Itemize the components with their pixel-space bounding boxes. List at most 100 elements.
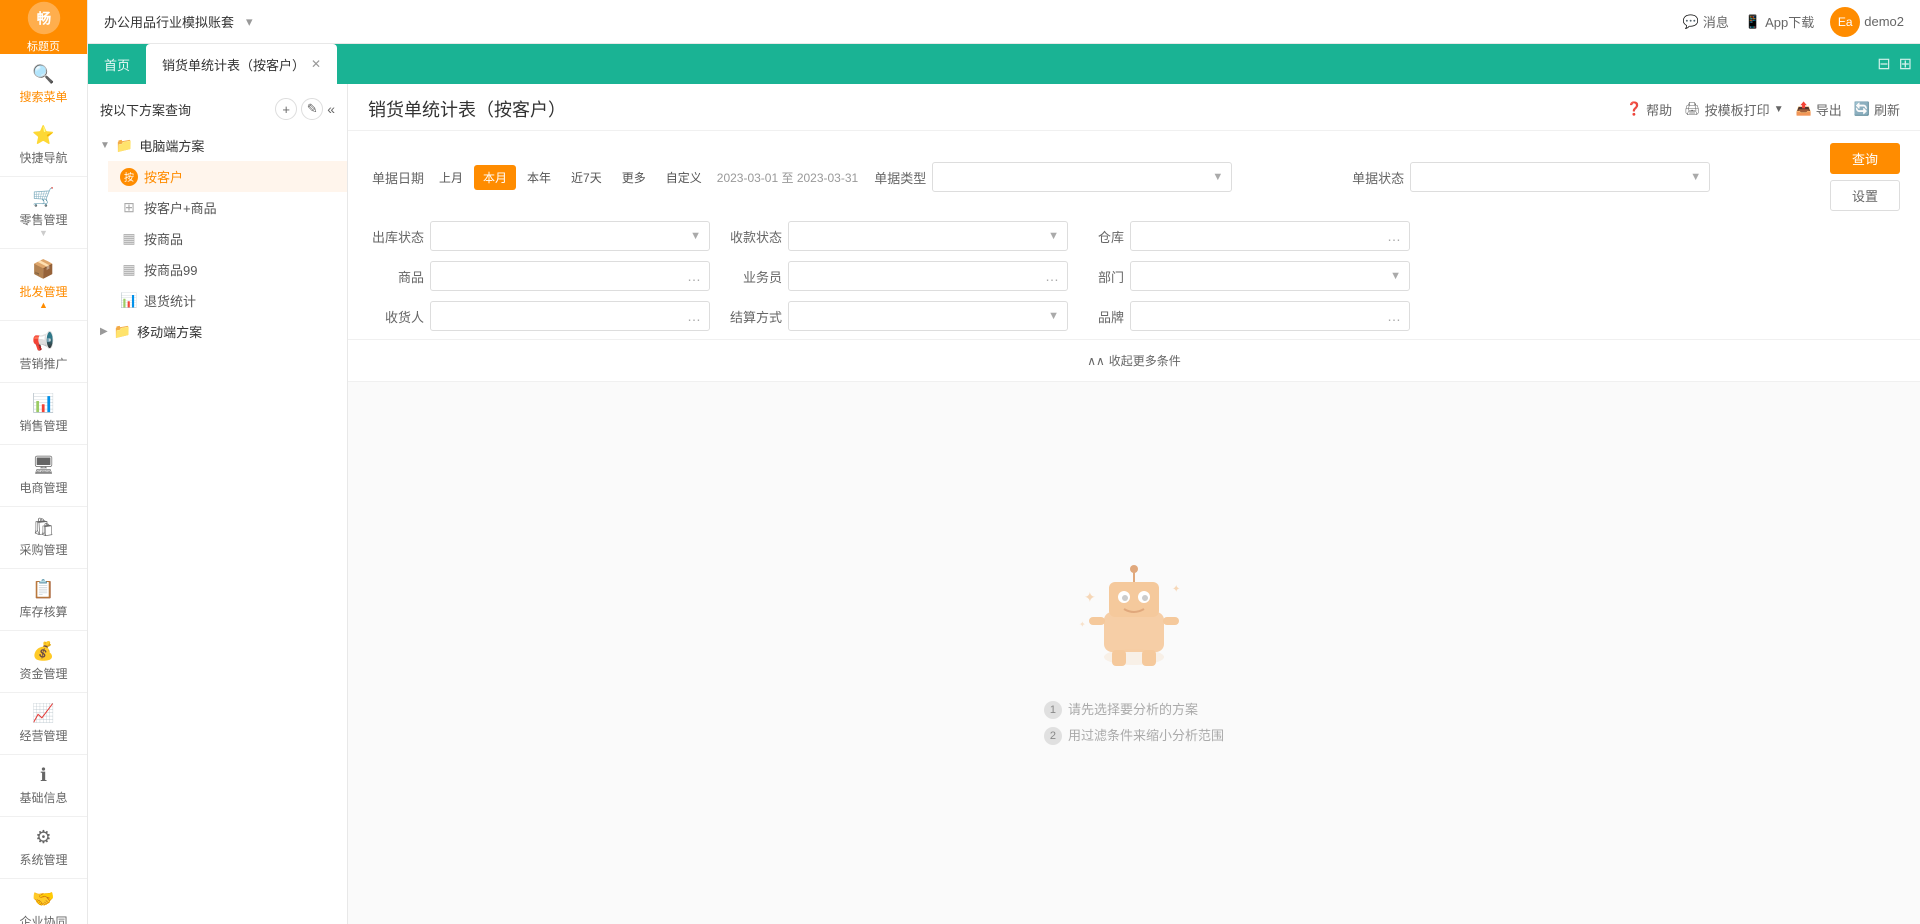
- filter-area: 单据日期 上月 本月 本年 近7天 更多 自定义 2023-03-01 至 20…: [348, 131, 1920, 340]
- scheme-item-return-stats[interactable]: 📊 退货统计: [108, 285, 347, 316]
- sidebar-item-inventory[interactable]: 📋 库存核算: [0, 569, 88, 631]
- sidebar-item-system[interactable]: ⚙ 系统管理: [0, 817, 88, 879]
- refresh-label: 刷新: [1874, 100, 1900, 119]
- dept-label: 部门: [1084, 267, 1124, 286]
- receipt-status-cell: 收款状态 ▼: [726, 221, 1068, 251]
- date-btn-this-year[interactable]: 本年: [518, 165, 560, 190]
- query-btn[interactable]: 查询: [1830, 143, 1900, 174]
- help-btn[interactable]: ❓ 帮助: [1626, 100, 1672, 119]
- scheme-panel-header: 按以下方案查询 + ✎ «: [88, 92, 347, 126]
- sidebar-item-enterprise-collab[interactable]: 🤝 企业协同: [0, 879, 88, 924]
- scheme-add-icon: +: [282, 102, 290, 117]
- scheme-item-by-customer[interactable]: 按 按客户: [108, 161, 347, 192]
- salesperson-label: 业务员: [726, 267, 782, 286]
- tab-close-icon[interactable]: ✕: [311, 57, 321, 71]
- scheme-add-btn[interactable]: +: [275, 98, 297, 120]
- sidebar-item-retail[interactable]: 🛒 零售管理 ▼: [0, 177, 88, 249]
- sidebar-item-label: 批发管理: [19, 283, 67, 300]
- warehouse-dots-icon[interactable]: …: [1387, 228, 1401, 244]
- date-btn-last-month[interactable]: 上月: [430, 165, 472, 190]
- collapse-btn[interactable]: ∧∧ 收起更多条件: [1075, 348, 1193, 373]
- app-logo[interactable]: 畅 标题页: [0, 0, 88, 54]
- goods-dots-icon[interactable]: …: [687, 268, 701, 284]
- date-btn-custom[interactable]: 自定义: [657, 165, 711, 190]
- sidebar-item-search[interactable]: 🔍 搜索菜单: [0, 54, 88, 115]
- sidebar-item-operations[interactable]: 📈 经营管理: [0, 693, 88, 755]
- brand-select[interactable]: …: [1130, 301, 1410, 331]
- desktop-group-header[interactable]: ▼ 📁 电脑端方案: [88, 130, 347, 161]
- sidebar-item-basic-info[interactable]: ℹ 基础信息: [0, 755, 88, 817]
- sidebar-item-label: 基础信息: [19, 789, 67, 806]
- type-label: 单据类型: [874, 168, 926, 187]
- finance-icon: 💰: [32, 641, 54, 662]
- topbar-left: 办公用品行业模拟账套 ▾: [104, 12, 253, 31]
- scheme-item-customer-goods[interactable]: ⊞ 按客户+商品: [108, 192, 347, 223]
- tab-minimize-icon[interactable]: ⊟: [1877, 54, 1890, 74]
- scheme-item-label: 退货统计: [144, 291, 196, 310]
- wholesale-icon: 📦: [32, 259, 54, 280]
- sidebar-item-purchase[interactable]: 🛍 采购管理: [0, 507, 88, 569]
- salesperson-cell: 业务员 …: [726, 261, 1068, 291]
- export-btn[interactable]: 📤 导出: [1796, 100, 1842, 119]
- warehouse-select[interactable]: …: [1130, 221, 1410, 251]
- help-label: 帮助: [1646, 100, 1672, 119]
- sidebar-item-marketing[interactable]: 📢 营销推广: [0, 321, 88, 383]
- product-dropdown-icon[interactable]: ▾: [246, 14, 253, 30]
- scheme-edit-btn[interactable]: ✎: [301, 98, 323, 120]
- settlement-select[interactable]: ▼: [788, 301, 1068, 331]
- app-download-label: App下载: [1765, 12, 1814, 31]
- consignee-select[interactable]: …: [430, 301, 710, 331]
- sidebar-item-wholesale[interactable]: 📦 批发管理 ▲: [0, 249, 88, 321]
- sidebar-item-finance[interactable]: 💰 资金管理: [0, 631, 88, 693]
- dept-chevron: ▼: [1390, 270, 1401, 282]
- date-btn-more[interactable]: 更多: [613, 165, 655, 190]
- scheme-collapse-btn[interactable]: «: [327, 101, 335, 117]
- date-btn-7days[interactable]: 近7天: [562, 165, 611, 190]
- status-select[interactable]: ▼: [1410, 162, 1710, 192]
- tab-sales-stats-label: 销货单统计表（按客户）: [162, 55, 305, 74]
- out-status-cell: 出库状态 ▼: [368, 221, 710, 251]
- topbar: 办公用品行业模拟账套 ▾ 💬 消息 📱 App下载 Ea demo2: [88, 0, 1920, 44]
- receipt-status-label: 收款状态: [726, 227, 782, 246]
- svg-text:✦: ✦: [1084, 589, 1096, 605]
- inventory-icon: 📋: [32, 579, 54, 600]
- collapse-label: 收起更多条件: [1109, 352, 1181, 369]
- sidebar-item-label: 快捷导航: [19, 149, 67, 166]
- refresh-btn[interactable]: 🔄 刷新: [1854, 100, 1900, 119]
- app-download-action[interactable]: 📱 App下载: [1745, 12, 1814, 31]
- svg-text:✦: ✦: [1172, 584, 1180, 595]
- salesperson-dots-icon[interactable]: …: [1045, 268, 1059, 284]
- filter-status-cell: 单据状态 ▼: [1352, 162, 1814, 192]
- user-profile[interactable]: Ea demo2: [1830, 7, 1904, 37]
- scheme-collapse-icon: «: [327, 101, 335, 117]
- type-select[interactable]: ▼: [932, 162, 1232, 192]
- salesperson-select[interactable]: …: [788, 261, 1068, 291]
- scheme-item-by-goods[interactable]: ▦ 按商品: [108, 223, 347, 254]
- tab-maximize-icon[interactable]: ⊞: [1899, 54, 1912, 74]
- consignee-dots-icon[interactable]: …: [687, 308, 701, 324]
- scheme-edit-icon: ✎: [307, 101, 318, 117]
- message-action[interactable]: 💬 消息: [1683, 12, 1729, 31]
- brand-dots-icon[interactable]: …: [1387, 308, 1401, 324]
- product-title: 办公用品行业模拟账套: [104, 12, 234, 31]
- out-status-select[interactable]: ▼: [430, 221, 710, 251]
- receipt-status-select[interactable]: ▼: [788, 221, 1068, 251]
- marketing-icon: 📢: [32, 331, 54, 352]
- scheme-item-goods99[interactable]: ▦ 按商品99: [108, 254, 347, 285]
- sidebar-item-ecommerce[interactable]: 🖥 电商管理: [0, 445, 88, 507]
- mobile-group[interactable]: ▶ 📁 移动端方案: [88, 316, 347, 347]
- app-download-icon: 📱: [1745, 14, 1761, 30]
- tip2-text: 用过滤条件来缩小分析范围: [1068, 723, 1224, 749]
- dept-select[interactable]: ▼: [1130, 261, 1410, 291]
- sidebar-item-sales[interactable]: 📊 销售管理: [0, 383, 88, 445]
- goods-select[interactable]: …: [430, 261, 710, 291]
- tab-home[interactable]: 首页: [88, 44, 146, 84]
- print-btn[interactable]: 🖨 按模板打印 ▼: [1684, 100, 1783, 119]
- sidebar-item-label: 系统管理: [19, 851, 67, 868]
- sidebar-item-quick-nav[interactable]: ⭐ 快捷导航: [0, 115, 88, 177]
- date-btn-this-month[interactable]: 本月: [474, 165, 516, 190]
- tab-sales-stats[interactable]: 销货单统计表（按客户） ✕: [146, 44, 337, 84]
- scheme-item-icon-table: ▦: [120, 230, 138, 248]
- settings-btn[interactable]: 设置: [1830, 180, 1900, 211]
- filter-status-wrapper: 单据状态 ▼: [1352, 162, 1814, 192]
